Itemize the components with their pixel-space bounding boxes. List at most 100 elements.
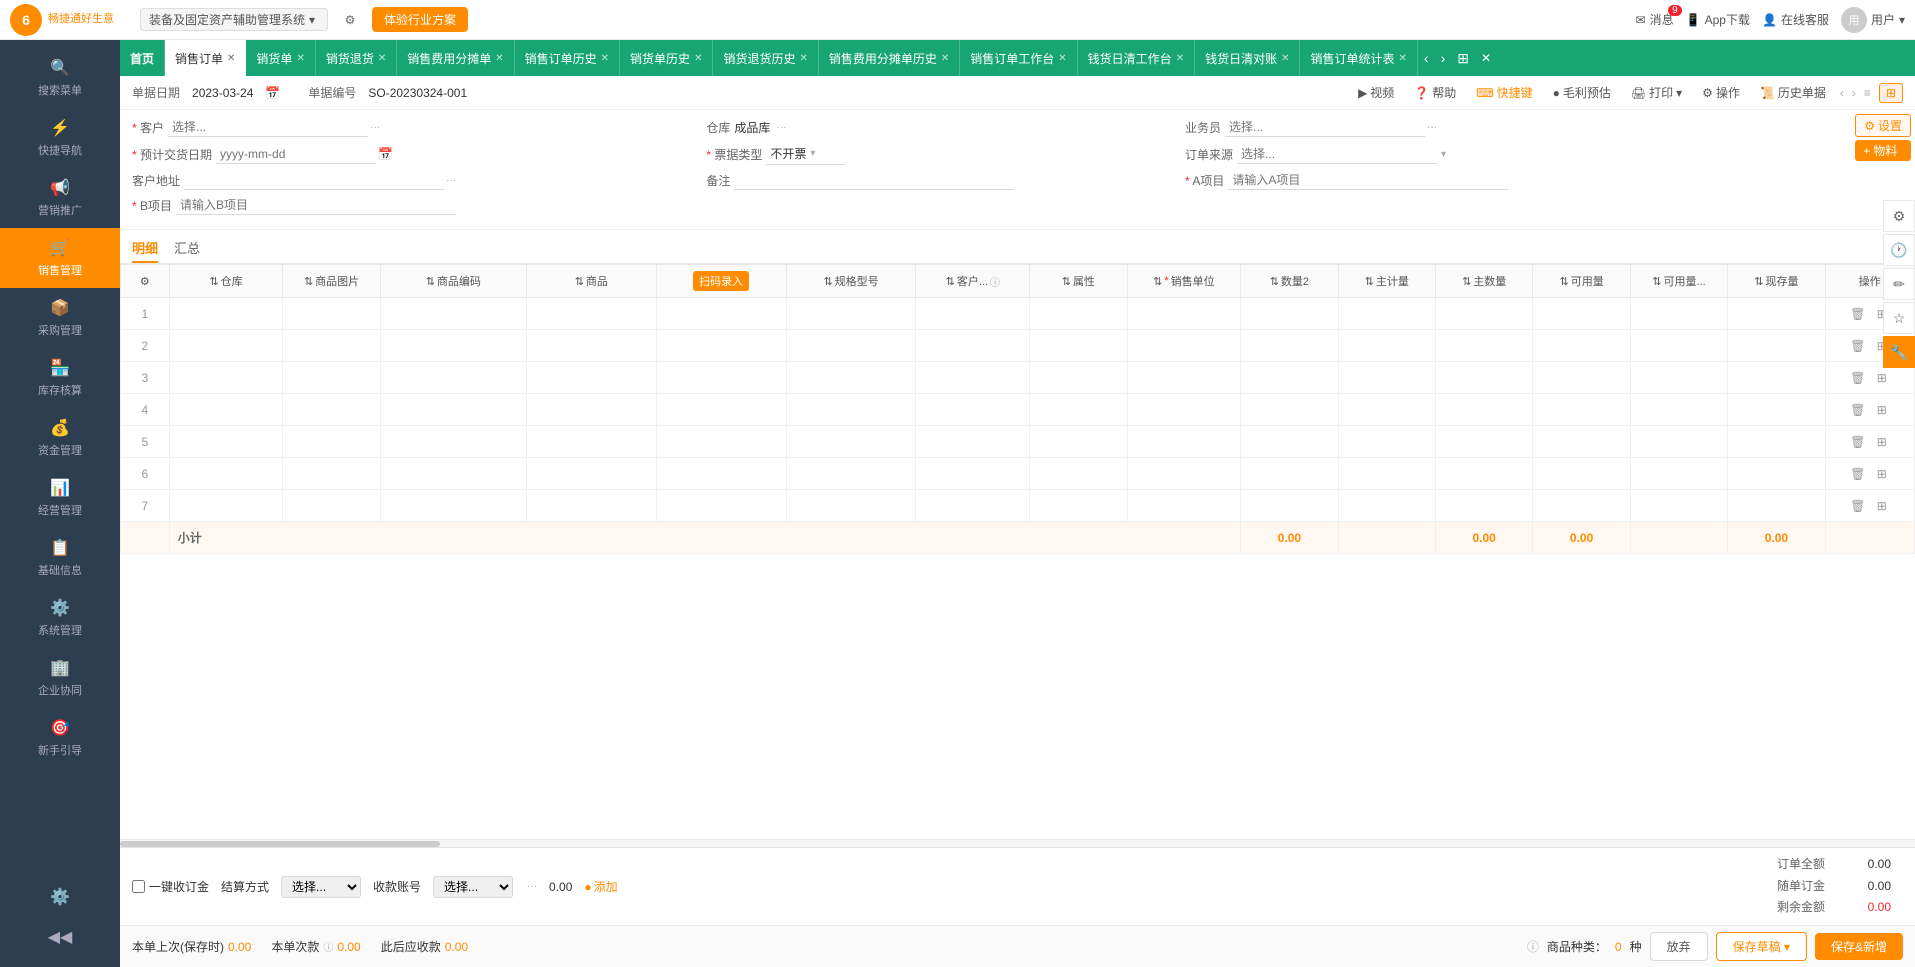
toolbar-next-btn[interactable]: › — [1852, 86, 1856, 100]
tab-expand-btn[interactable]: ⊞ — [1451, 50, 1475, 67]
customer-input[interactable] — [168, 118, 368, 137]
tab-close-all-btn[interactable]: ✕ — [1475, 51, 1497, 65]
message-btn[interactable]: ✉ 消息 9 — [1636, 11, 1674, 28]
sidebar-item-marketing[interactable]: 📢 营销推广 — [0, 168, 120, 228]
row-copy-5[interactable]: ⊞ — [1872, 432, 1892, 452]
sidebar-item-enterprise[interactable]: 🏢 企业协同 — [0, 648, 120, 708]
row-copy-7[interactable]: ⊞ — [1872, 496, 1892, 516]
tab-expense-history[interactable]: 销售费用分摊单历史 ✕ — [819, 40, 960, 76]
toolbar-list-btn[interactable]: ≡ — [1864, 86, 1871, 100]
tab-cash-daily[interactable]: 钱货日清工作台 ✕ — [1078, 40, 1195, 76]
sidebar-item-beginner[interactable]: 🎯 新手引导 — [0, 708, 120, 768]
delivery-date-input[interactable] — [216, 145, 376, 164]
row-delete-6[interactable]: 🗑 — [1848, 464, 1868, 484]
payment-method-select[interactable]: 选择... — [281, 876, 361, 898]
tab-close-sales-return[interactable]: ✕ — [296, 53, 304, 64]
tab-close-cash-daily[interactable]: ✕ — [1176, 53, 1184, 64]
one-click-checkbox-input[interactable] — [132, 880, 145, 893]
scroll-thumb[interactable] — [120, 841, 440, 847]
sidebar-settings-btn[interactable]: ⚙️ — [0, 877, 120, 917]
row-copy-6[interactable]: ⊞ — [1872, 464, 1892, 484]
address-input[interactable] — [184, 171, 444, 190]
sidebar-item-operations[interactable]: 📊 经营管理 — [0, 468, 120, 528]
float-star-btn[interactable]: ☆ — [1883, 302, 1915, 334]
sidebar-item-quick-nav[interactable]: ⚡ 快捷导航 — [0, 108, 120, 168]
float-settings-btn[interactable]: ⚙ — [1883, 200, 1915, 232]
delivery-calendar-icon[interactable]: 📅 — [378, 147, 393, 161]
row-delete-4[interactable]: 🗑 — [1848, 400, 1868, 420]
sub-tab-summary[interactable]: 汇总 — [174, 234, 200, 263]
app-download-btn[interactable]: 📱 App下载 — [1686, 11, 1750, 28]
address-ellipsis[interactable]: ··· — [446, 175, 456, 186]
row-delete-3[interactable]: 🗑 — [1848, 368, 1868, 388]
tab-expense-split[interactable]: 销售费用分摊单 ✕ — [397, 40, 514, 76]
profit-btn[interactable]: ● 毛利预估 — [1547, 82, 1617, 103]
account-select[interactable]: 选择... — [433, 876, 513, 898]
th-settings[interactable]: ⚙ — [121, 265, 170, 298]
sidebar-item-base-info[interactable]: 📋 基础信息 — [0, 528, 120, 588]
tab-close-expense-split[interactable]: ✕ — [495, 53, 503, 64]
operate-btn[interactable]: ⚙ 操作 — [1696, 82, 1746, 103]
tab-close-sales-stats[interactable]: ✕ — [1399, 53, 1407, 64]
row-copy-3[interactable]: ⊞ — [1872, 368, 1892, 388]
sidebar-item-sys-mgmt[interactable]: ⚙️ 系统管理 — [0, 588, 120, 648]
tab-close-order-history[interactable]: ✕ — [601, 53, 609, 64]
toolbar-prev-btn[interactable]: ‹ — [1840, 86, 1844, 100]
warehouse-ellipsis[interactable]: ··· — [776, 122, 786, 133]
horizontal-scrollbar[interactable] — [120, 839, 1915, 847]
discard-btn[interactable]: 放弃 — [1650, 932, 1708, 961]
view-btn[interactable]: ▶ 视频 — [1352, 82, 1400, 103]
tab-prev-btn[interactable]: ‹ — [1418, 50, 1435, 66]
sidebar-item-search-menu[interactable]: 🔍 搜索菜单 — [0, 48, 120, 108]
history-btn[interactable]: 📜 历史单据 — [1754, 82, 1832, 103]
sub-tab-detail[interactable]: 明细 — [132, 234, 158, 263]
b-project-input[interactable] — [176, 196, 456, 215]
tab-sales-return[interactable]: 销货单 ✕ — [246, 40, 315, 76]
tab-refund-history[interactable]: 销货退货历史 ✕ — [713, 40, 818, 76]
tab-close-cash-reconcile[interactable]: ✕ — [1281, 53, 1289, 64]
tab-close-refund[interactable]: ✕ — [378, 53, 386, 64]
user-menu[interactable]: 用 用户 ▾ — [1841, 7, 1905, 33]
row-copy-4[interactable]: ⊞ — [1872, 400, 1892, 420]
row-delete-7[interactable]: 🗑 — [1848, 496, 1868, 516]
sidebar-item-sales-mgmt[interactable]: 🛒 销售管理 — [0, 228, 120, 288]
tab-refund[interactable]: 销货退货 ✕ — [316, 40, 397, 76]
tab-close-refund-history[interactable]: ✕ — [799, 53, 807, 64]
save-new-btn[interactable]: 保存&新增 — [1815, 933, 1903, 960]
sidebar-collapse-btn[interactable]: ◀◀ — [0, 917, 120, 957]
system-selector[interactable]: 装备及固定资产辅助管理系统 ▾ — [140, 8, 328, 31]
tab-order-history[interactable]: 销售订单历史 ✕ — [515, 40, 620, 76]
tab-close-sales-workbench[interactable]: ✕ — [1058, 53, 1066, 64]
a-project-input[interactable] — [1228, 171, 1508, 190]
tab-sales-stats[interactable]: 销售订单统计表 ✕ — [1300, 40, 1417, 76]
salesperson-ellipsis[interactable]: ··· — [1427, 122, 1437, 133]
salesperson-input[interactable] — [1225, 118, 1425, 137]
float-history-btn[interactable]: 🕐 — [1883, 234, 1915, 266]
tab-sales-history[interactable]: 销货单历史 ✕ — [620, 40, 713, 76]
scan-btn[interactable]: 扫码录入 — [693, 271, 749, 291]
help-btn[interactable]: ❓ 帮助 — [1408, 82, 1462, 103]
toolbar-fullscreen-btn[interactable]: ⊞ — [1879, 83, 1903, 103]
invoice-type-select[interactable]: 不开票 ▾ — [766, 143, 846, 165]
add-settlement-btn[interactable]: ● 添加 — [584, 878, 617, 895]
row-delete-5[interactable]: 🗑 — [1848, 432, 1868, 452]
float-action-btn[interactable]: 🔧 — [1883, 336, 1915, 368]
print-btn[interactable]: 🖨 打印 ▾ — [1625, 82, 1688, 103]
online-service-btn[interactable]: 👤 在线客服 — [1762, 11, 1829, 28]
shortcut-btn[interactable]: ⌨ 快捷键 — [1470, 82, 1538, 103]
one-click-checkbox[interactable]: 一键收订金 — [132, 878, 209, 895]
customer-ellipsis[interactable]: ··· — [370, 122, 380, 133]
note-input[interactable] — [734, 171, 1014, 190]
row-delete-1[interactable]: 🗑 — [1848, 304, 1868, 324]
row-delete-2[interactable]: 🗑 — [1848, 336, 1868, 356]
tab-sales-workbench[interactable]: 销售订单工作台 ✕ — [960, 40, 1077, 76]
add-material-btn[interactable]: + 物料 — [1855, 140, 1911, 161]
tab-close-sales-order[interactable]: ✕ — [227, 53, 235, 64]
sidebar-item-inventory[interactable]: 🏪 库存核算 — [0, 348, 120, 408]
industry-btn[interactable]: 体验行业方案 — [372, 7, 468, 32]
tab-home[interactable]: 首页 — [120, 40, 165, 76]
tab-sales-order[interactable]: 销售订单 ✕ — [165, 40, 246, 76]
tab-close-expense-history[interactable]: ✕ — [941, 53, 949, 64]
calendar-icon[interactable]: 📅 — [265, 86, 280, 100]
settings-icon[interactable]: ⚙ — [336, 6, 364, 34]
